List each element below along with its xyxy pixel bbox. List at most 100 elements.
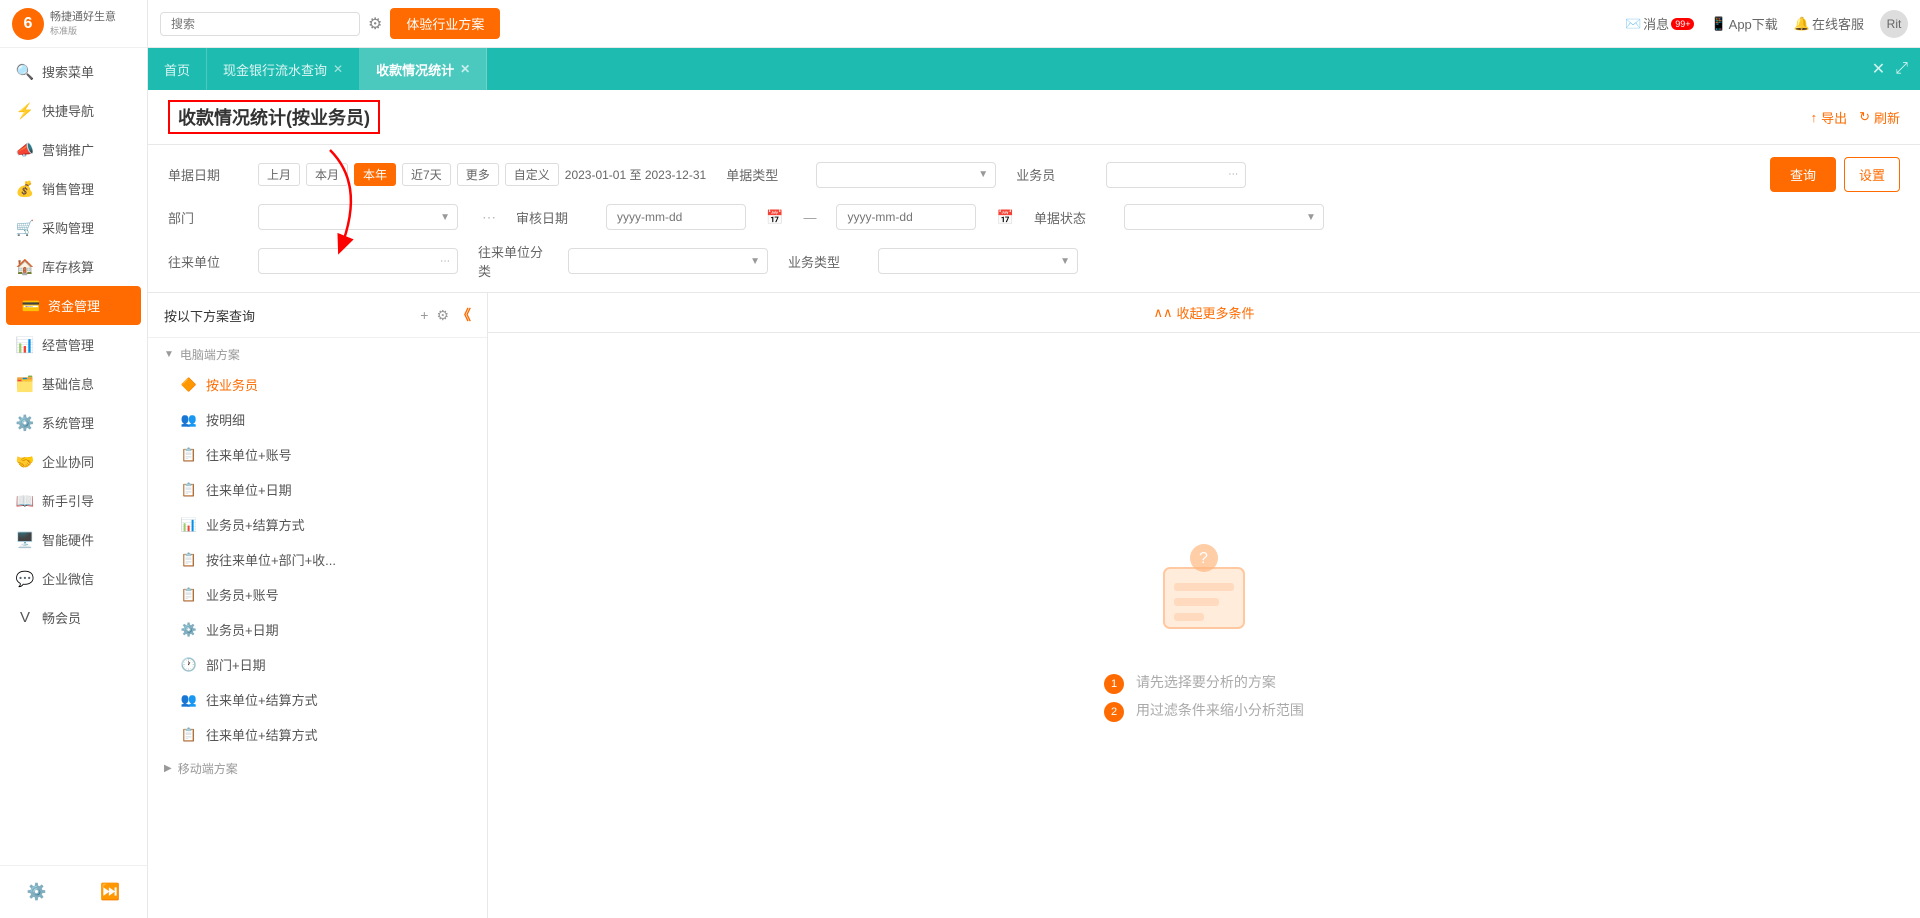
refresh-icon: ↻	[1859, 109, 1870, 125]
scheme-item-partner-dept[interactable]: 📋 按往来单位+部门+收...	[164, 542, 487, 577]
pc-group-title: 电脑端方案	[180, 346, 240, 363]
sidebar-item-label: 新手引导	[42, 491, 94, 510]
scheme-item-salesperson-account[interactable]: 📋 业务员+账号	[164, 577, 487, 612]
partner-category-select[interactable]	[568, 248, 768, 274]
add-scheme-btn[interactable]: +	[420, 305, 428, 325]
sidebar-item-quicknav[interactable]: ⚡ 快捷导航	[0, 91, 147, 130]
scheme-item-salesperson-calc[interactable]: 📊 业务员+结算方式	[164, 507, 487, 542]
partner-dept-icon: 📋	[180, 551, 198, 569]
tab-collection-close-icon[interactable]: ✕	[460, 62, 470, 76]
tab-bank-close-icon[interactable]: ✕	[333, 62, 343, 76]
dept-select[interactable]	[258, 204, 458, 230]
messages-area[interactable]: ✉️ 消息 99+	[1625, 14, 1694, 33]
sidebar-item-search[interactable]: 🔍 搜索菜单	[0, 52, 147, 91]
settings-bottom-icon[interactable]: ⚙️	[21, 876, 53, 908]
logo-badge: 标准版	[50, 24, 116, 37]
detail-scheme-icon: 👥	[180, 411, 198, 429]
partner-select-wrapper: ⋯	[258, 248, 458, 274]
scheme-item-partner-date[interactable]: 📋 往来单位+日期	[164, 472, 487, 507]
scheme-item-label: 部门+日期	[206, 655, 266, 674]
sidebar-item-hardware[interactable]: 🖥️ 智能硬件	[0, 520, 147, 559]
scheme-item-salesperson-date[interactable]: ⚙️ 业务员+日期	[164, 612, 487, 647]
sidebar-item-label: 企业微信	[42, 569, 94, 588]
date-btn-this-year[interactable]: 本年	[354, 163, 396, 186]
partner-select[interactable]	[258, 248, 458, 274]
vip-icon: V	[16, 609, 34, 627]
sidebar-item-marketing[interactable]: 📣 营销推广	[0, 130, 147, 169]
sidebar-item-basic[interactable]: 🗂️ 基础信息	[0, 364, 147, 403]
collapse-conditions-btn[interactable]: ∧∧ 收起更多条件	[1153, 303, 1254, 322]
date-btn-more[interactable]: 更多	[457, 163, 499, 186]
date-btn-custom[interactable]: 自定义	[505, 163, 559, 186]
sidebar-item-label: 库存核算	[42, 257, 94, 276]
online-service-area[interactable]: 🔔 在线客服	[1794, 14, 1864, 33]
business-type-select[interactable]	[878, 248, 1078, 274]
voucher-status-select[interactable]	[1124, 204, 1324, 230]
calendar-from-icon[interactable]: 📅	[766, 209, 783, 226]
tab-home[interactable]: 首页	[148, 48, 207, 90]
tab-maximize-icon[interactable]: ⤢	[1895, 60, 1908, 78]
tab-close-window-icon[interactable]: ✕	[1872, 59, 1885, 79]
voucher-type-label: 单据类型	[726, 165, 796, 184]
tab-collection[interactable]: 收款情况统计 ✕	[360, 48, 487, 90]
sidebar-item-wechat[interactable]: 💬 企业微信	[0, 559, 147, 598]
tab-home-label: 首页	[164, 60, 190, 79]
page-header: 收款情况统计(按业务员) ↑ 导出 ↻ 刷新	[148, 90, 1920, 145]
scheme-item-by-salesperson[interactable]: 🔶 按业务员	[164, 367, 487, 402]
online-service-label: 在线客服	[1812, 14, 1864, 33]
sidebar-item-label: 智能硬件	[42, 530, 94, 549]
basic-icon: 🗂️	[16, 375, 34, 393]
scheme-item-partner-account[interactable]: 📋 往来单位+账号	[164, 437, 487, 472]
mobile-group-label[interactable]: ▶ 移动端方案	[148, 752, 487, 781]
scheme-item-dept-date[interactable]: 🕐 部门+日期	[164, 647, 487, 682]
scheme-item-partner-calc2[interactable]: 📋 往来单位+结算方式	[164, 717, 487, 752]
calendar-to-icon[interactable]: 📅	[996, 209, 1013, 226]
app-download-area[interactable]: 📱 App下载	[1710, 14, 1777, 33]
salesperson-scheme-icon: 🔶	[180, 376, 198, 394]
pc-group-label[interactable]: ▼ 电脑端方案	[148, 338, 487, 367]
sidebar-item-guide[interactable]: 📖 新手引导	[0, 481, 147, 520]
service-icon: 🔔	[1794, 16, 1810, 32]
query-btn[interactable]: 查询	[1770, 157, 1836, 192]
dept-more-icon[interactable]: ⋯	[482, 209, 496, 226]
inventory-icon: 🏠	[16, 258, 34, 276]
refresh-btn[interactable]: ↻ 刷新	[1859, 108, 1900, 127]
topbar-gear-icon[interactable]: ⚙	[368, 14, 382, 34]
settings-btn[interactable]: 设置	[1844, 157, 1900, 192]
date-btn-last-month[interactable]: 上月	[258, 163, 300, 186]
sidebar-item-enterprise[interactable]: 🤝 企业协同	[0, 442, 147, 481]
sidebar-item-inventory[interactable]: 🏠 库存核算	[0, 247, 147, 286]
scheme-item-by-detail[interactable]: 👥 按明细	[164, 402, 487, 437]
sidebar-item-label: 经营管理	[42, 335, 94, 354]
date-btn-7days[interactable]: 近7天	[402, 163, 451, 186]
topbar-search-input[interactable]	[160, 12, 360, 36]
salesperson-select-wrapper: ⋯	[1106, 162, 1246, 188]
trial-btn[interactable]: 体验行业方案	[390, 8, 500, 39]
user-avatar[interactable]: Rit	[1880, 10, 1908, 38]
review-date-to-input[interactable]	[836, 204, 976, 230]
tab-right-actions: ✕ ⤢	[1872, 48, 1920, 90]
sidebar-item-finance[interactable]: 💳 资金管理	[6, 286, 141, 325]
sidebar-item-operation[interactable]: 📊 经营管理	[0, 325, 147, 364]
empty-step-2: 2 用过滤条件来缩小分析范围	[1104, 696, 1304, 724]
export-btn[interactable]: ↑ 导出	[1811, 108, 1848, 127]
sidebar-item-system[interactable]: ⚙️ 系统管理	[0, 403, 147, 442]
gear-scheme-btn[interactable]: ⚙	[436, 305, 449, 325]
voucher-type-select-wrapper: ▼	[816, 162, 996, 188]
sidebar-item-vip[interactable]: V 畅会员	[0, 598, 147, 637]
date-separator: —	[803, 210, 816, 225]
sidebar-item-label: 搜索菜单	[42, 62, 94, 81]
sidebar-item-sales[interactable]: 💰 销售管理	[0, 169, 147, 208]
salesperson-select[interactable]	[1106, 162, 1246, 188]
system-icon: ⚙️	[16, 414, 34, 432]
review-date-from-input[interactable]	[606, 204, 746, 230]
filter-panel: 单据日期 上月 本月 本年 近7天 更多 自定义 2023-01-01 至 20…	[148, 145, 1920, 293]
sidebar-item-purchase[interactable]: 🛒 采购管理	[0, 208, 147, 247]
collapse-panel-btn[interactable]: 《	[457, 305, 471, 325]
tab-bank[interactable]: 现金银行流水查询 ✕	[207, 48, 360, 90]
date-btn-this-month[interactable]: 本月	[306, 163, 348, 186]
sidebar-bottom: ⚙️ ⏭️	[0, 865, 147, 918]
expand-bottom-icon[interactable]: ⏭️	[94, 876, 126, 908]
voucher-type-select[interactable]	[816, 162, 996, 188]
scheme-item-partner-calc1[interactable]: 👥 往来单位+结算方式	[164, 682, 487, 717]
